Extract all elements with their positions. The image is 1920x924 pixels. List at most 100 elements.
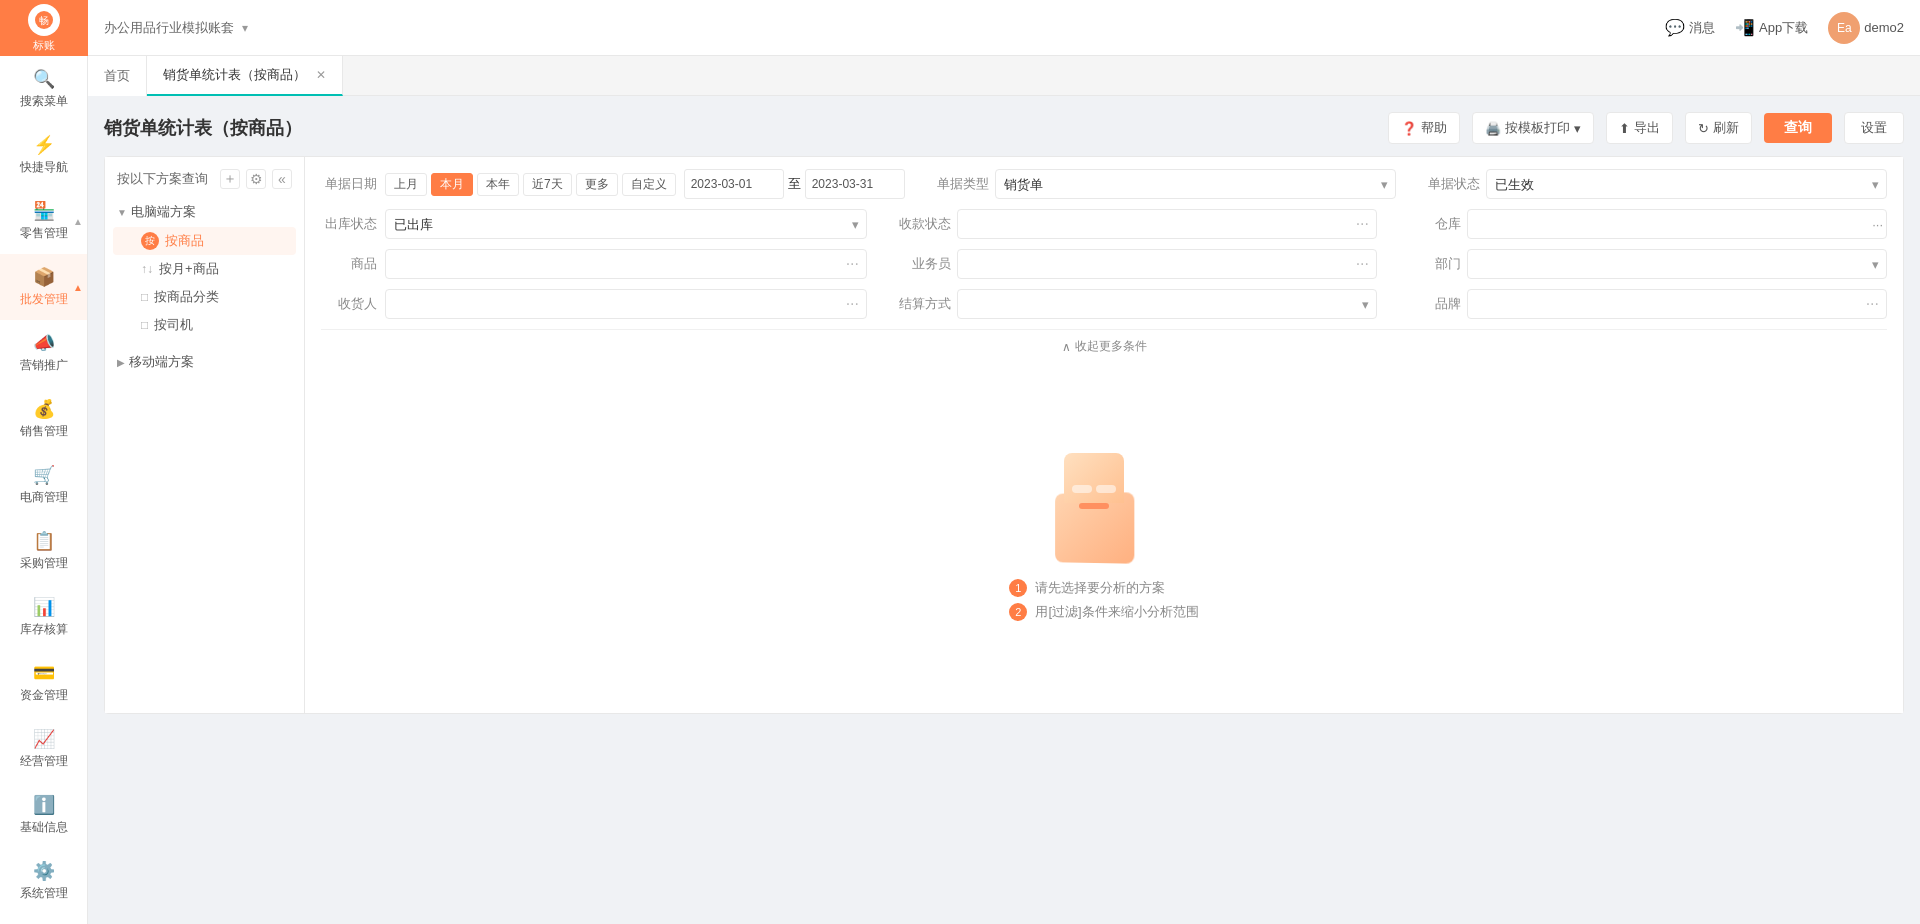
sidebar-item-ecommerce[interactable]: 🛒 电商管理 [0,452,87,518]
export-icon: ⬆ [1619,121,1630,136]
scheme-by-category[interactable]: □ 按商品分类 [113,283,296,311]
goods-label: 商品 [321,255,377,273]
warehouse-input[interactable] [1467,209,1887,239]
doc-type-select[interactable]: 销货单 [995,169,1396,199]
query-button[interactable]: 查询 [1764,113,1832,143]
system-icon: ⚙️ [33,860,55,882]
empty-hints: 1 请先选择要分析的方案 2 用[过滤]条件来缩小分析范围 [1009,579,1198,621]
goods-input-wrapper: ··· [385,249,867,279]
salesman-section: 业务员 ··· [895,249,1377,279]
doc-status-select[interactable]: 已生效 [1486,169,1887,199]
sidebar-item-operations-label: 经营管理 [20,753,68,770]
message-action[interactable]: 💬 消息 [1665,18,1715,37]
sidebar-item-marketing[interactable]: 📣 营销推广 [0,320,87,386]
sidebar-item-enterprise[interactable]: 🤝 企业协同 [0,914,87,924]
sidebar-logo-text: 标账 [33,38,55,53]
hint-num-2: 2 [1009,603,1027,621]
refresh-button[interactable]: ↻ 刷新 [1685,112,1752,144]
scheme-tree: ▼ 电脑端方案 按 按商品 ↑↓ 按月+商品 □ [105,197,304,377]
collapse-label: 收起更多条件 [1075,338,1147,355]
print-button[interactable]: 🖨️ 按模板打印 ▾ [1472,112,1594,144]
payment-status-input[interactable] [957,209,1377,239]
username-label: demo2 [1864,20,1904,35]
goods-input[interactable] [385,249,867,279]
date-btn-custom[interactable]: 自定义 [622,173,676,196]
sidebar-item-shortcut-label: 快捷导航 [20,159,68,176]
salesman-input[interactable] [957,249,1377,279]
scheme-by-month-goods[interactable]: ↑↓ 按月+商品 [113,255,296,283]
search-icon: 🔍 [33,68,55,90]
sidebar-item-system[interactable]: ⚙️ 系统管理 [0,848,87,914]
scheme-by-driver[interactable]: □ 按司机 [113,311,296,339]
warehouse-input-wrapper: ··· [1467,209,1887,239]
settlement-label: 结算方式 [895,295,951,313]
date-btn-this-month[interactable]: 本月 [431,173,473,196]
app-download-label: App下载 [1759,19,1808,37]
date-quick-buttons: 上月 本月 本年 近7天 更多 自定义 [385,173,676,196]
date-btn-this-year[interactable]: 本年 [477,173,519,196]
brand-input[interactable] [1467,289,1887,319]
date-btn-last-month[interactable]: 上月 [385,173,427,196]
user-action[interactable]: Ea demo2 [1828,12,1904,44]
scheme-by-goods-icon: 按 [141,232,159,250]
mobile-scheme-parent[interactable]: ▶ 移动端方案 [113,347,296,377]
date-btn-more[interactable]: 更多 [576,173,618,196]
add-scheme-button[interactable]: ＋ [220,169,240,189]
logo-icon: 畅 [28,4,60,36]
settings-button[interactable]: 设置 [1844,112,1904,144]
date-label: 单据日期 [321,175,377,193]
salesman-input-wrapper: ··· [957,249,1377,279]
avatar-text: Ea [1837,21,1852,35]
sidebar-item-operations[interactable]: 📈 经营管理 [0,716,87,782]
out-status-select[interactable]: 已出库 [385,209,867,239]
tab-sales-stat[interactable]: 销货单统计表（按商品） ✕ [147,56,343,96]
tab-close-button[interactable]: ✕ [316,68,326,82]
help-button[interactable]: ❓ 帮助 [1388,112,1460,144]
warehouse-section: 仓库 ··· [1405,209,1887,239]
settings-scheme-button[interactable]: ⚙ [246,169,266,189]
app-download-action[interactable]: 📲 App下载 [1735,18,1808,37]
collapse-panel-button[interactable]: « [272,169,292,189]
desktop-scheme-parent[interactable]: ▼ 电脑端方案 [113,197,296,227]
settlement-select[interactable] [957,289,1377,319]
sidebar-item-wholesale-label: 批发管理 [20,291,68,308]
download-icon: 📲 [1735,18,1755,37]
collapse-up-icon: ∧ [1062,340,1071,354]
sidebar-logo[interactable]: 畅 标账 [0,0,88,56]
sidebar-item-wholesale[interactable]: 📦 批发管理 ▲ [0,254,87,320]
receiver-input[interactable] [385,289,867,319]
sidebar-item-retail-label: 零售管理 [20,225,68,242]
sales-icon: 💰 [33,398,55,420]
sidebar-menu: 🔍 搜索菜单 ⚡ 快捷导航 🏪 零售管理 ▲ 📦 批发管理 ▲ 📣 营销推广 💰… [0,56,87,924]
settlement-section: 结算方式 ▾ [895,289,1377,319]
tab-sales-stat-label: 销货单统计表（按商品） [163,66,306,84]
date-to-input[interactable] [805,169,905,199]
sidebar-item-inventory[interactable]: 📊 库存核算 [0,584,87,650]
sidebar-item-search[interactable]: 🔍 搜索菜单 [0,56,87,122]
sidebar-item-finance[interactable]: 💳 资金管理 [0,650,87,716]
tab-home[interactable]: 首页 [88,56,147,96]
scheme-by-goods[interactable]: 按 按商品 [113,227,296,255]
page-header: 销货单统计表（按商品） ❓ 帮助 🖨️ 按模板打印 ▾ ⬆ 导出 ↻ 刷新 查询… [104,112,1904,144]
dept-select[interactable] [1467,249,1887,279]
doc-status-section: 单据状态 已生效 ▾ [1424,169,1887,199]
page-actions: ❓ 帮助 🖨️ 按模板打印 ▾ ⬆ 导出 ↻ 刷新 查询 设置 [1388,112,1904,144]
operations-icon: 📈 [33,728,55,750]
sidebar-item-basic[interactable]: ℹ️ 基础信息 [0,782,87,848]
doc-status-label: 单据状态 [1424,175,1480,193]
shortcut-icon: ⚡ [33,134,55,156]
ecommerce-icon: 🛒 [33,464,55,486]
sidebar-item-purchase[interactable]: 📋 采购管理 [0,518,87,584]
empty-box-eye2 [1096,485,1116,493]
topbar-dropdown-icon[interactable]: ▾ [242,21,248,35]
doc-type-label: 单据类型 [933,175,989,193]
collapse-bar[interactable]: ∧ 收起更多条件 [321,329,1887,363]
date-from-input[interactable] [684,169,784,199]
sidebar-item-sales[interactable]: 💰 销售管理 [0,386,87,452]
export-button[interactable]: ⬆ 导出 [1606,112,1673,144]
sidebar-item-retail[interactable]: 🏪 零售管理 ▲ [0,188,87,254]
date-btn-7days[interactable]: 近7天 [523,173,572,196]
sidebar-item-search-label: 搜索菜单 [20,93,68,110]
filter-row-3: 商品 ··· 业务员 ··· 部门 [321,249,1887,279]
sidebar-item-shortcut[interactable]: ⚡ 快捷导航 [0,122,87,188]
